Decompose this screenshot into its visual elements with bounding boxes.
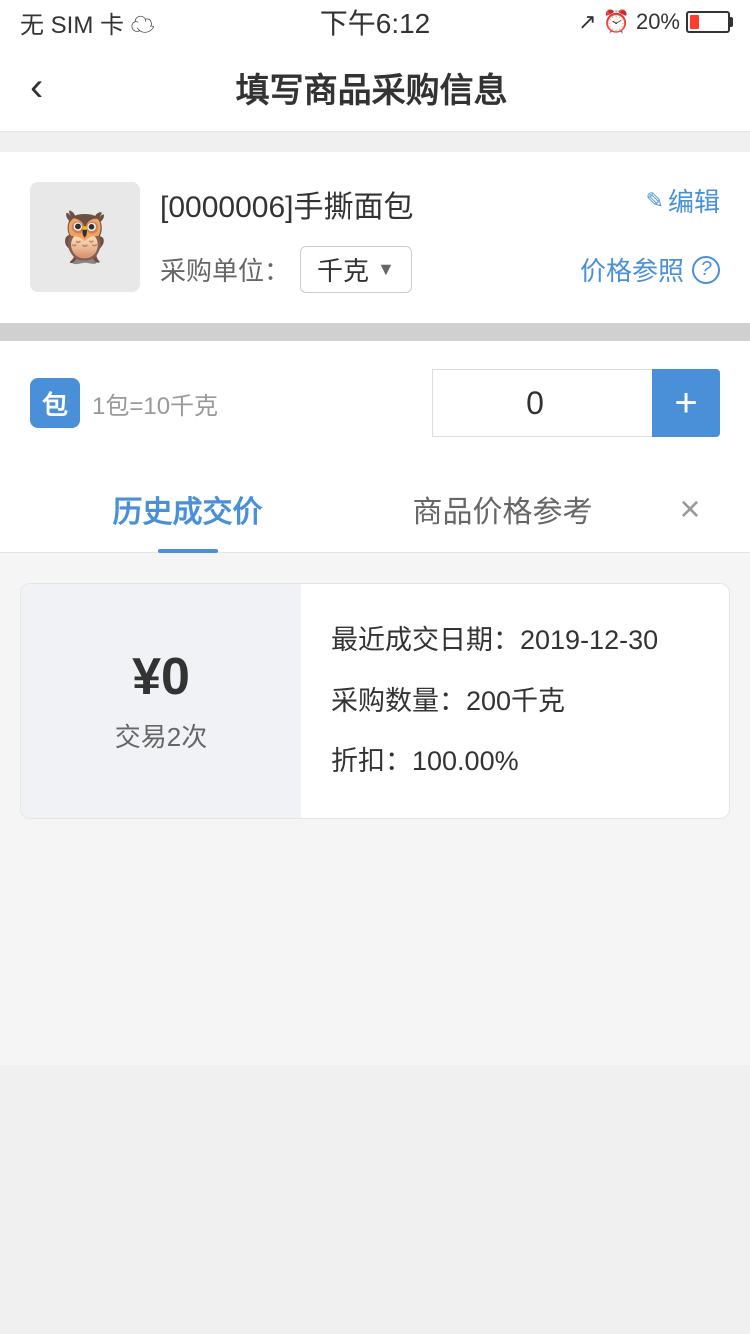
discount-row: 折扣：100.00%	[331, 741, 699, 782]
dropdown-arrow-icon: ▼	[377, 259, 395, 280]
tab-history-price[interactable]: 历史成交价	[30, 465, 345, 553]
unit-selector[interactable]: 采购单位： 千克 ▼	[160, 246, 412, 293]
product-unit-row: 采购单位： 千克 ▼ 价格参照 ?	[160, 246, 720, 293]
history-card: ¥0 交易2次 最近成交日期：2019-12-30 采购数量：200千克 折扣：…	[20, 583, 730, 819]
purchase-qty-label: 采购数量：	[331, 686, 466, 716]
price-reference-button[interactable]: 价格参照 ?	[580, 251, 720, 288]
history-price-value: ¥0	[132, 647, 190, 707]
price-ref-help-icon: ?	[692, 256, 720, 284]
alarm-icon: ⏰	[603, 9, 630, 35]
quantity-unit-info: 包 1包=10千克	[30, 378, 218, 428]
product-header: [0000006]手撕面包 ✎ 编辑	[160, 182, 720, 226]
nav-bar: ‹ 填写商品采购信息	[0, 44, 750, 132]
unit-value: 千克	[317, 251, 369, 288]
tab-price-reference[interactable]: 商品价格参考	[345, 465, 660, 553]
product-info: [0000006]手撕面包 ✎ 编辑 采购单位： 千克 ▼ 价格参照 ?	[160, 182, 720, 293]
tab-history-label: 历史成交价	[113, 487, 263, 531]
unit-box-label: 包	[42, 385, 68, 422]
tab-active-indicator	[158, 549, 218, 553]
discount-value: 100.00%	[412, 746, 519, 776]
recent-date-row: 最近成交日期：2019-12-30	[331, 620, 699, 661]
location-icon: ↗	[578, 9, 596, 35]
status-right: ↗ ⏰ 20%	[578, 9, 730, 35]
tab-price-ref-label: 商品价格参考	[413, 487, 593, 531]
bottom-panel: 历史成交价 商品价格参考 × ¥0 交易2次 最近成交日期：2019-12-30…	[0, 465, 750, 1065]
sim-text: 无 SIM 卡 ☁	[20, 5, 155, 40]
history-price-summary: ¥0 交易2次	[21, 584, 301, 818]
product-thumbnail: 🦉	[30, 182, 140, 292]
edit-label: 编辑	[668, 182, 720, 219]
status-time: 下午6:12	[320, 2, 431, 42]
tabs-bar: 历史成交价 商品价格参考 ×	[0, 465, 750, 553]
status-bar: 无 SIM 卡 ☁ 下午6:12 ↗ ⏰ 20%	[0, 0, 750, 44]
status-left: 无 SIM 卡 ☁	[20, 5, 155, 40]
quantity-controls[interactable]: +	[432, 369, 720, 437]
history-details: 最近成交日期：2019-12-30 采购数量：200千克 折扣：100.00%	[301, 584, 729, 818]
quantity-row: 包 1包=10千克 +	[0, 341, 750, 465]
quantity-input[interactable]	[432, 369, 652, 437]
purchase-qty-row: 采购数量：200千克	[331, 681, 699, 722]
recent-date-value: 2019-12-30	[520, 625, 658, 655]
recent-date-label: 最近成交日期：	[331, 625, 520, 655]
unit-label: 采购单位：	[160, 251, 290, 288]
history-trades-count: 交易2次	[115, 717, 207, 754]
page-title: 填写商品采购信息	[63, 63, 680, 112]
edit-icon: ✎	[646, 188, 664, 214]
product-card: 🦉 [0000006]手撕面包 ✎ 编辑 采购单位： 千克 ▼ 价格参照 ?	[0, 152, 750, 323]
back-button[interactable]: ‹	[30, 65, 63, 110]
battery-percent: 20%	[636, 9, 680, 35]
discount-label: 折扣：	[331, 746, 412, 776]
unit-dropdown[interactable]: 千克 ▼	[300, 246, 412, 293]
purchase-qty-value: 200千克	[466, 686, 565, 716]
conversion-label: 1包=10千克	[92, 386, 218, 421]
edit-button[interactable]: ✎ 编辑	[646, 182, 720, 219]
battery-icon	[686, 11, 730, 33]
product-logo-icon: 🦉	[54, 208, 116, 267]
quantity-plus-button[interactable]: +	[652, 369, 720, 437]
quantity-unit-box: 包	[30, 378, 80, 428]
panel-close-button[interactable]: ×	[660, 488, 720, 530]
section-divider	[0, 323, 750, 341]
product-name: [0000006]手撕面包	[160, 182, 413, 226]
price-ref-label: 价格参照	[580, 251, 684, 288]
